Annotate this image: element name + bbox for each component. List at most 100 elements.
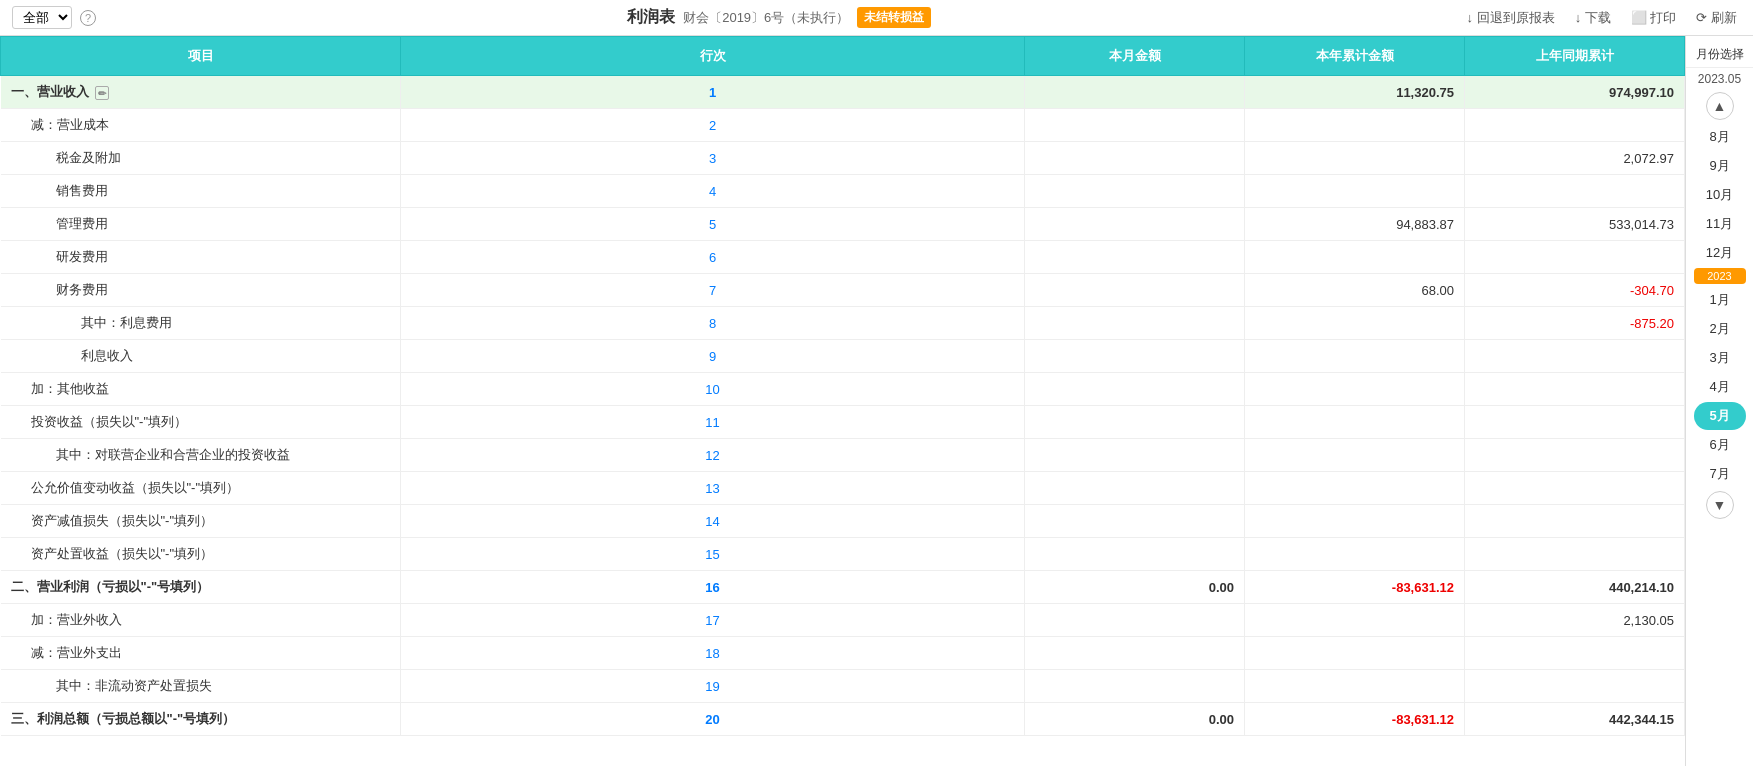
table-row-num: 20 [401,703,1025,736]
table-row-year [1245,505,1465,538]
side-panel: 月份选择 2023.05 ▲ 8月9月10月11月12月20231月2月3月4月… [1685,36,1753,766]
table-row-year [1245,241,1465,274]
month-item[interactable]: 8月 [1694,123,1746,151]
month-item[interactable]: 2月 [1694,315,1746,343]
month-nav-up[interactable]: ▲ [1706,92,1734,120]
table-row-month [1025,175,1245,208]
table-row-num: 16 [401,571,1025,604]
table-row-num: 12 [401,439,1025,472]
table-row-item: 研发费用 [1,241,401,274]
table-row-year: 11,320.75 [1245,76,1465,109]
month-item[interactable]: 9月 [1694,152,1746,180]
table-row-prev: 2,130.05 [1465,604,1685,637]
month-item[interactable]: 2023 [1694,268,1746,284]
table-row-item: 一、营业收入✏ [1,76,401,109]
table-row-prev: 2,072.97 [1465,142,1685,175]
table-row-num: 4 [401,175,1025,208]
table-row-item: 三、利润总额（亏损总额以"-"号填列） [1,703,401,736]
table-row-month [1025,406,1245,439]
table-row-num: 6 [401,241,1025,274]
table-row-prev: -304.70 [1465,274,1685,307]
table-row-year [1245,373,1465,406]
download-btn[interactable]: ↓ 下载 [1571,7,1615,29]
table-row-num: 7 [401,274,1025,307]
table-row-month [1025,142,1245,175]
return-btn[interactable]: ↓ 回退到原报表 [1463,7,1559,29]
table-row-item: 其中：对联营企业和合营企业的投资收益 [1,439,401,472]
table-row-num: 8 [401,307,1025,340]
month-nav-down[interactable]: ▼ [1706,491,1734,519]
month-item[interactable]: 6月 [1694,431,1746,459]
table-row-prev [1465,241,1685,274]
top-bar-left: 全部 ? [12,6,96,29]
edit-icon[interactable]: ✏ [95,86,109,100]
table-row-item: 加：营业外收入 [1,604,401,637]
month-item[interactable]: 12月 [1694,239,1746,267]
table-row-item: 资产处置收益（损失以"-"填列） [1,538,401,571]
col-header-prev: 上年同期累计 [1465,37,1685,76]
table-row-month [1025,208,1245,241]
print-btn[interactable]: ⬜ 打印 [1627,7,1681,29]
scope-select[interactable]: 全部 [12,6,72,29]
table-row-month [1025,274,1245,307]
col-header-item: 项目 [1,37,401,76]
table-row-month [1025,241,1245,274]
table-row-year [1245,604,1465,637]
table-row-prev [1465,472,1685,505]
table-row-prev [1465,637,1685,670]
table-row-item: 二、营业利润（亏损以"-"号填列） [1,571,401,604]
table-row-num: 2 [401,109,1025,142]
table-row-item: 财务费用 [1,274,401,307]
table-row-item: 管理费用 [1,208,401,241]
table-row-item: 其中：利息费用 [1,307,401,340]
table-row-item: 资产减值损失（损失以"-"填列） [1,505,401,538]
table-row-prev [1465,109,1685,142]
table-row-item: 减：营业外支出 [1,637,401,670]
table-row-num: 5 [401,208,1025,241]
table-row-prev: 974,997.10 [1465,76,1685,109]
table-row-year [1245,340,1465,373]
month-item[interactable]: 3月 [1694,344,1746,372]
table-row-prev [1465,406,1685,439]
table-row-year [1245,406,1465,439]
table-row-month [1025,109,1245,142]
month-item[interactable]: 4月 [1694,373,1746,401]
table-row-year [1245,439,1465,472]
table-row-num: 17 [401,604,1025,637]
month-item[interactable]: 10月 [1694,181,1746,209]
table-row-year: 68.00 [1245,274,1465,307]
refresh-btn[interactable]: ⟳ 刷新 [1692,7,1741,29]
table-row-item: 加：其他收益 [1,373,401,406]
help-icon[interactable]: ? [80,10,96,26]
status-badge[interactable]: 未结转损益 [857,7,931,28]
table-row-prev [1465,340,1685,373]
table-row-item: 投资收益（损失以"-"填列） [1,406,401,439]
table-row-prev [1465,505,1685,538]
table-row-prev [1465,439,1685,472]
month-item[interactable]: 5月 [1694,402,1746,430]
table-row-month [1025,637,1245,670]
table-row-year [1245,637,1465,670]
month-item[interactable]: 11月 [1694,210,1746,238]
table-row-year [1245,538,1465,571]
table-row-year [1245,175,1465,208]
top-bar: 全部 ? 利润表 财会〔2019〕6号（未执行） 未结转损益 ↓ 回退到原报表 … [0,0,1753,36]
table-area: 项目 行次 本月金额 本年累计金额 上年同期累计 一、营业收入✏111,320.… [0,36,1685,766]
month-item[interactable]: 7月 [1694,460,1746,488]
table-row-num: 9 [401,340,1025,373]
top-bar-right: ↓ 回退到原报表 ↓ 下载 ⬜ 打印 ⟳ 刷新 [1463,7,1742,29]
table-row-prev [1465,175,1685,208]
table-row-year [1245,142,1465,175]
table-row-num: 10 [401,373,1025,406]
col-header-month: 本月金额 [1025,37,1245,76]
table-row-item: 利息收入 [1,340,401,373]
table-row-prev: 533,014.73 [1465,208,1685,241]
table-row-num: 3 [401,142,1025,175]
table-row-num: 15 [401,538,1025,571]
table-row-month [1025,670,1245,703]
table-row-month [1025,76,1245,109]
month-item[interactable]: 1月 [1694,286,1746,314]
table-row-num: 18 [401,637,1025,670]
table-row-item: 其中：非流动资产处置损失 [1,670,401,703]
table-row-month [1025,472,1245,505]
